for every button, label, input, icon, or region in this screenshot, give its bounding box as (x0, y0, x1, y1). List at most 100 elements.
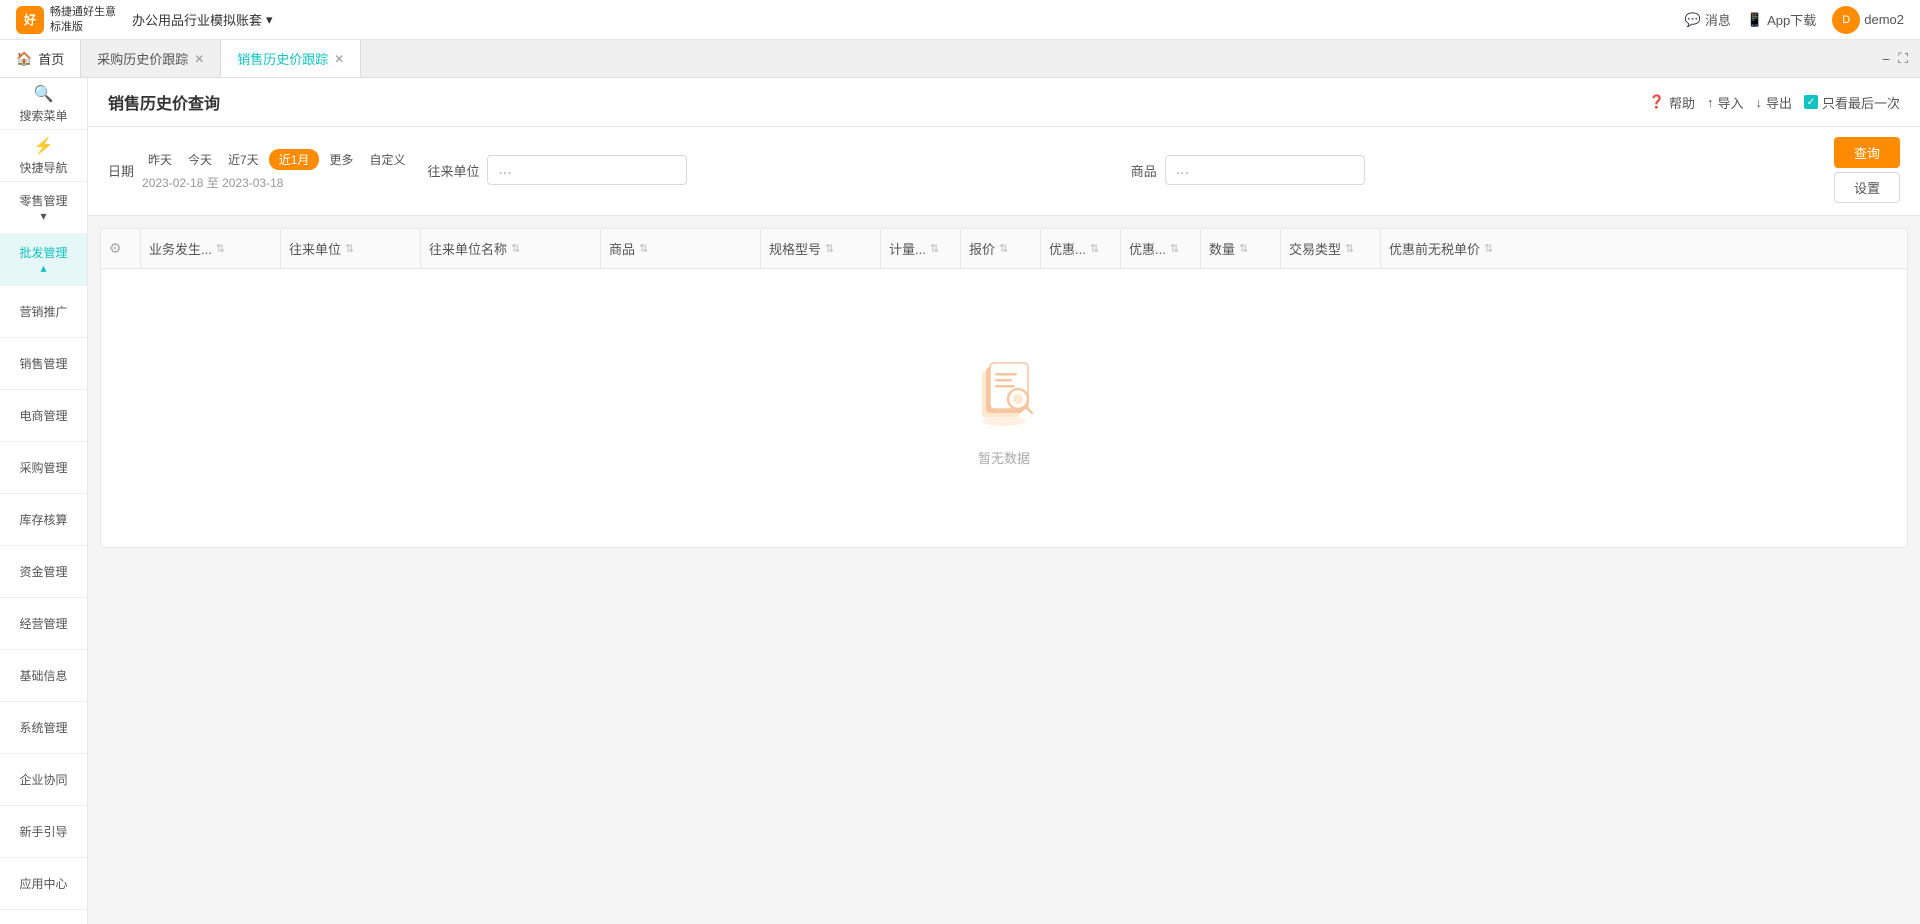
empty-text: 暂无数据 (978, 448, 1030, 467)
sidebar-item-marketing[interactable]: 营销推广 (0, 286, 87, 338)
th-business-date[interactable]: 业务发生... ⇅ (141, 229, 281, 268)
settings-button[interactable]: 设置 (1834, 172, 1900, 203)
table-header: ⚙ 业务发生... ⇅ 往来单位 ⇅ 往来单位名称 ⇅ (101, 229, 1907, 269)
sidebar: 🔍 搜索菜单 ⚡ 快捷导航 零售管理 ▾ 批发管理 ▴ 营销推广 销售管理 电商… (0, 78, 88, 924)
date-filter-group: 日期 昨天 今天 近7天 近1月 更多 自定义 2023-02-18 至 202… (108, 149, 411, 191)
sidebar-item-enterprise-collab[interactable]: 企业协同 (0, 754, 87, 806)
tab-sales-history[interactable]: 销售历史价跟踪 ✕ (221, 40, 361, 77)
sort-icon: ⇅ (1090, 242, 1099, 255)
empty-icon-area (964, 349, 1044, 432)
import-icon: ↑ (1707, 95, 1714, 110)
app-download-button[interactable]: 📱 App下载 (1747, 10, 1816, 29)
sidebar-item-app-center[interactable]: 应用中心 (0, 858, 87, 910)
minimize-icon[interactable]: − (1882, 51, 1890, 67)
sidebar-item-basic-info[interactable]: 基础信息 (0, 650, 87, 702)
sort-icon: ⇅ (1239, 242, 1248, 255)
th-partner[interactable]: 往来单位 ⇅ (281, 229, 421, 268)
empty-state: 暂无数据 (101, 269, 1907, 547)
date-label: 日期 (108, 161, 134, 180)
tab-actions: − ⛶ (1870, 40, 1920, 77)
partner-input[interactable]: ... (487, 155, 687, 185)
sidebar-item-wholesale-mgmt[interactable]: 批发管理 ▴ (0, 234, 87, 286)
date-btn-yesterday[interactable]: 昨天 (142, 149, 178, 170)
date-btn-today[interactable]: 今天 (182, 149, 218, 170)
help-icon: ❓ (1649, 94, 1665, 110)
sidebar-item-retail-mgmt[interactable]: 零售管理 ▾ (0, 182, 87, 234)
th-unit[interactable]: 计量... ⇅ (881, 229, 961, 268)
sort-icon: ⇅ (825, 242, 834, 255)
table-container: ⚙ 业务发生... ⇅ 往来单位 ⇅ 往来单位名称 ⇅ (88, 216, 1920, 924)
date-btn-1month[interactable]: 近1月 (269, 149, 320, 170)
avatar: D (1832, 6, 1860, 34)
th-quantity[interactable]: 数量 ⇅ (1201, 229, 1281, 268)
date-btn-7days[interactable]: 近7天 (222, 149, 265, 170)
export-button[interactable]: ↓ 导出 (1755, 93, 1792, 112)
page-actions: ❓ 帮助 ↑ 导入 ↓ 导出 ✓ 只看最后一次 (1649, 93, 1900, 112)
top-bar-right: 💬 消息 📱 App下载 D demo2 (1685, 6, 1904, 34)
sidebar-item-ecommerce[interactable]: 电商管理 (0, 390, 87, 442)
close-tab-purchase[interactable]: ✕ (194, 52, 204, 66)
help-button[interactable]: ❓ 帮助 (1649, 93, 1695, 112)
data-table: ⚙ 业务发生... ⇅ 往来单位 ⇅ 往来单位名称 ⇅ (100, 228, 1908, 548)
main-layout: 🔍 搜索菜单 ⚡ 快捷导航 零售管理 ▾ 批发管理 ▴ 营销推广 销售管理 电商… (0, 78, 1920, 924)
sort-icon: ⇅ (930, 242, 939, 255)
th-spec[interactable]: 规格型号 ⇅ (761, 229, 881, 268)
tab-purchase-history[interactable]: 采购历史价跟踪 ✕ (81, 40, 221, 77)
th-partner-name[interactable]: 往来单位名称 ⇅ (421, 229, 601, 268)
import-button[interactable]: ↑ 导入 (1707, 93, 1744, 112)
th-quote[interactable]: 报价 ⇅ (961, 229, 1041, 268)
sidebar-item-purchase-mgmt[interactable]: 采购管理 (0, 442, 87, 494)
sort-icon: ⇅ (1484, 242, 1493, 255)
sidebar-item-search-menu[interactable]: 🔍 搜索菜单 (0, 78, 87, 130)
sidebar-item-inventory[interactable]: 库存核算 (0, 494, 87, 546)
th-discount1[interactable]: 优惠... ⇅ (1041, 229, 1121, 268)
close-tab-sales[interactable]: ✕ (334, 52, 344, 66)
sort-icon: ⇅ (639, 242, 648, 255)
sidebar-item-system-mgmt[interactable]: 系统管理 (0, 702, 87, 754)
last-once-checkbox-label[interactable]: ✓ 只看最后一次 (1804, 93, 1900, 112)
logo-icon: 好 (16, 6, 44, 34)
date-range-display: 2023-02-18 至 2023-03-18 (142, 174, 411, 191)
sort-icon: ⇅ (216, 242, 225, 255)
tab-home[interactable]: 🏠 首页 (0, 40, 81, 77)
sidebar-item-enterprise-wechat[interactable]: 企业微信 (0, 910, 87, 924)
sidebar-item-finance[interactable]: 资金管理 (0, 546, 87, 598)
filter-bar: 日期 昨天 今天 近7天 近1月 更多 自定义 2023-02-18 至 202… (88, 127, 1920, 216)
th-discount2[interactable]: 优惠... ⇅ (1121, 229, 1201, 268)
query-button[interactable]: 查询 (1834, 137, 1900, 168)
app-selector[interactable]: 办公用品行业模拟账套 ▾ (124, 6, 281, 33)
th-pretax-price[interactable]: 优惠前无税单价 ⇅ (1381, 229, 1561, 268)
sidebar-item-operations[interactable]: 经营管理 (0, 598, 87, 650)
th-product[interactable]: 商品 ⇅ (601, 229, 761, 268)
download-icon: 📱 (1747, 12, 1763, 28)
search-icon: 🔍 (34, 84, 54, 104)
sort-icon: ⇅ (511, 242, 520, 255)
message-icon: 💬 (1685, 12, 1701, 28)
settings-gear-icon[interactable]: ⚙ (109, 240, 122, 257)
partner-input-placeholder: ... (498, 161, 511, 178)
date-buttons: 昨天 今天 近7天 近1月 更多 自定义 (142, 149, 411, 170)
th-settings[interactable]: ⚙ (101, 229, 141, 268)
chevron-up-icon: ▴ (40, 261, 46, 275)
sidebar-item-quick-nav[interactable]: ⚡ 快捷导航 (0, 130, 87, 182)
home-icon: 🏠 (16, 51, 32, 67)
partner-filter-group: 往来单位 ... (427, 155, 1114, 185)
sidebar-item-sales-mgmt[interactable]: 销售管理 (0, 338, 87, 390)
query-settings-area: 查询 设置 (1834, 137, 1900, 203)
user-area[interactable]: D demo2 (1832, 6, 1904, 34)
sort-icon: ⇅ (1345, 242, 1354, 255)
chevron-down-icon: ▾ (266, 12, 273, 28)
th-transaction-type[interactable]: 交易类型 ⇅ (1281, 229, 1381, 268)
maximize-icon[interactable]: ⛶ (1898, 50, 1908, 67)
partner-label: 往来单位 (427, 161, 479, 180)
product-label: 商品 (1131, 161, 1157, 180)
product-input-placeholder: ... (1176, 161, 1189, 178)
sort-icon: ⇅ (345, 242, 354, 255)
sidebar-item-new-guide[interactable]: 新手引导 (0, 806, 87, 858)
top-bar: 好 畅捷通好生意 标准版 办公用品行业模拟账套 ▾ 💬 消息 📱 App下载 D… (0, 0, 1920, 40)
product-input[interactable]: ... (1165, 155, 1365, 185)
date-btn-custom[interactable]: 自定义 (363, 149, 411, 170)
date-btn-more[interactable]: 更多 (323, 149, 359, 170)
message-button[interactable]: 💬 消息 (1685, 10, 1731, 29)
empty-state-icon (964, 349, 1044, 429)
